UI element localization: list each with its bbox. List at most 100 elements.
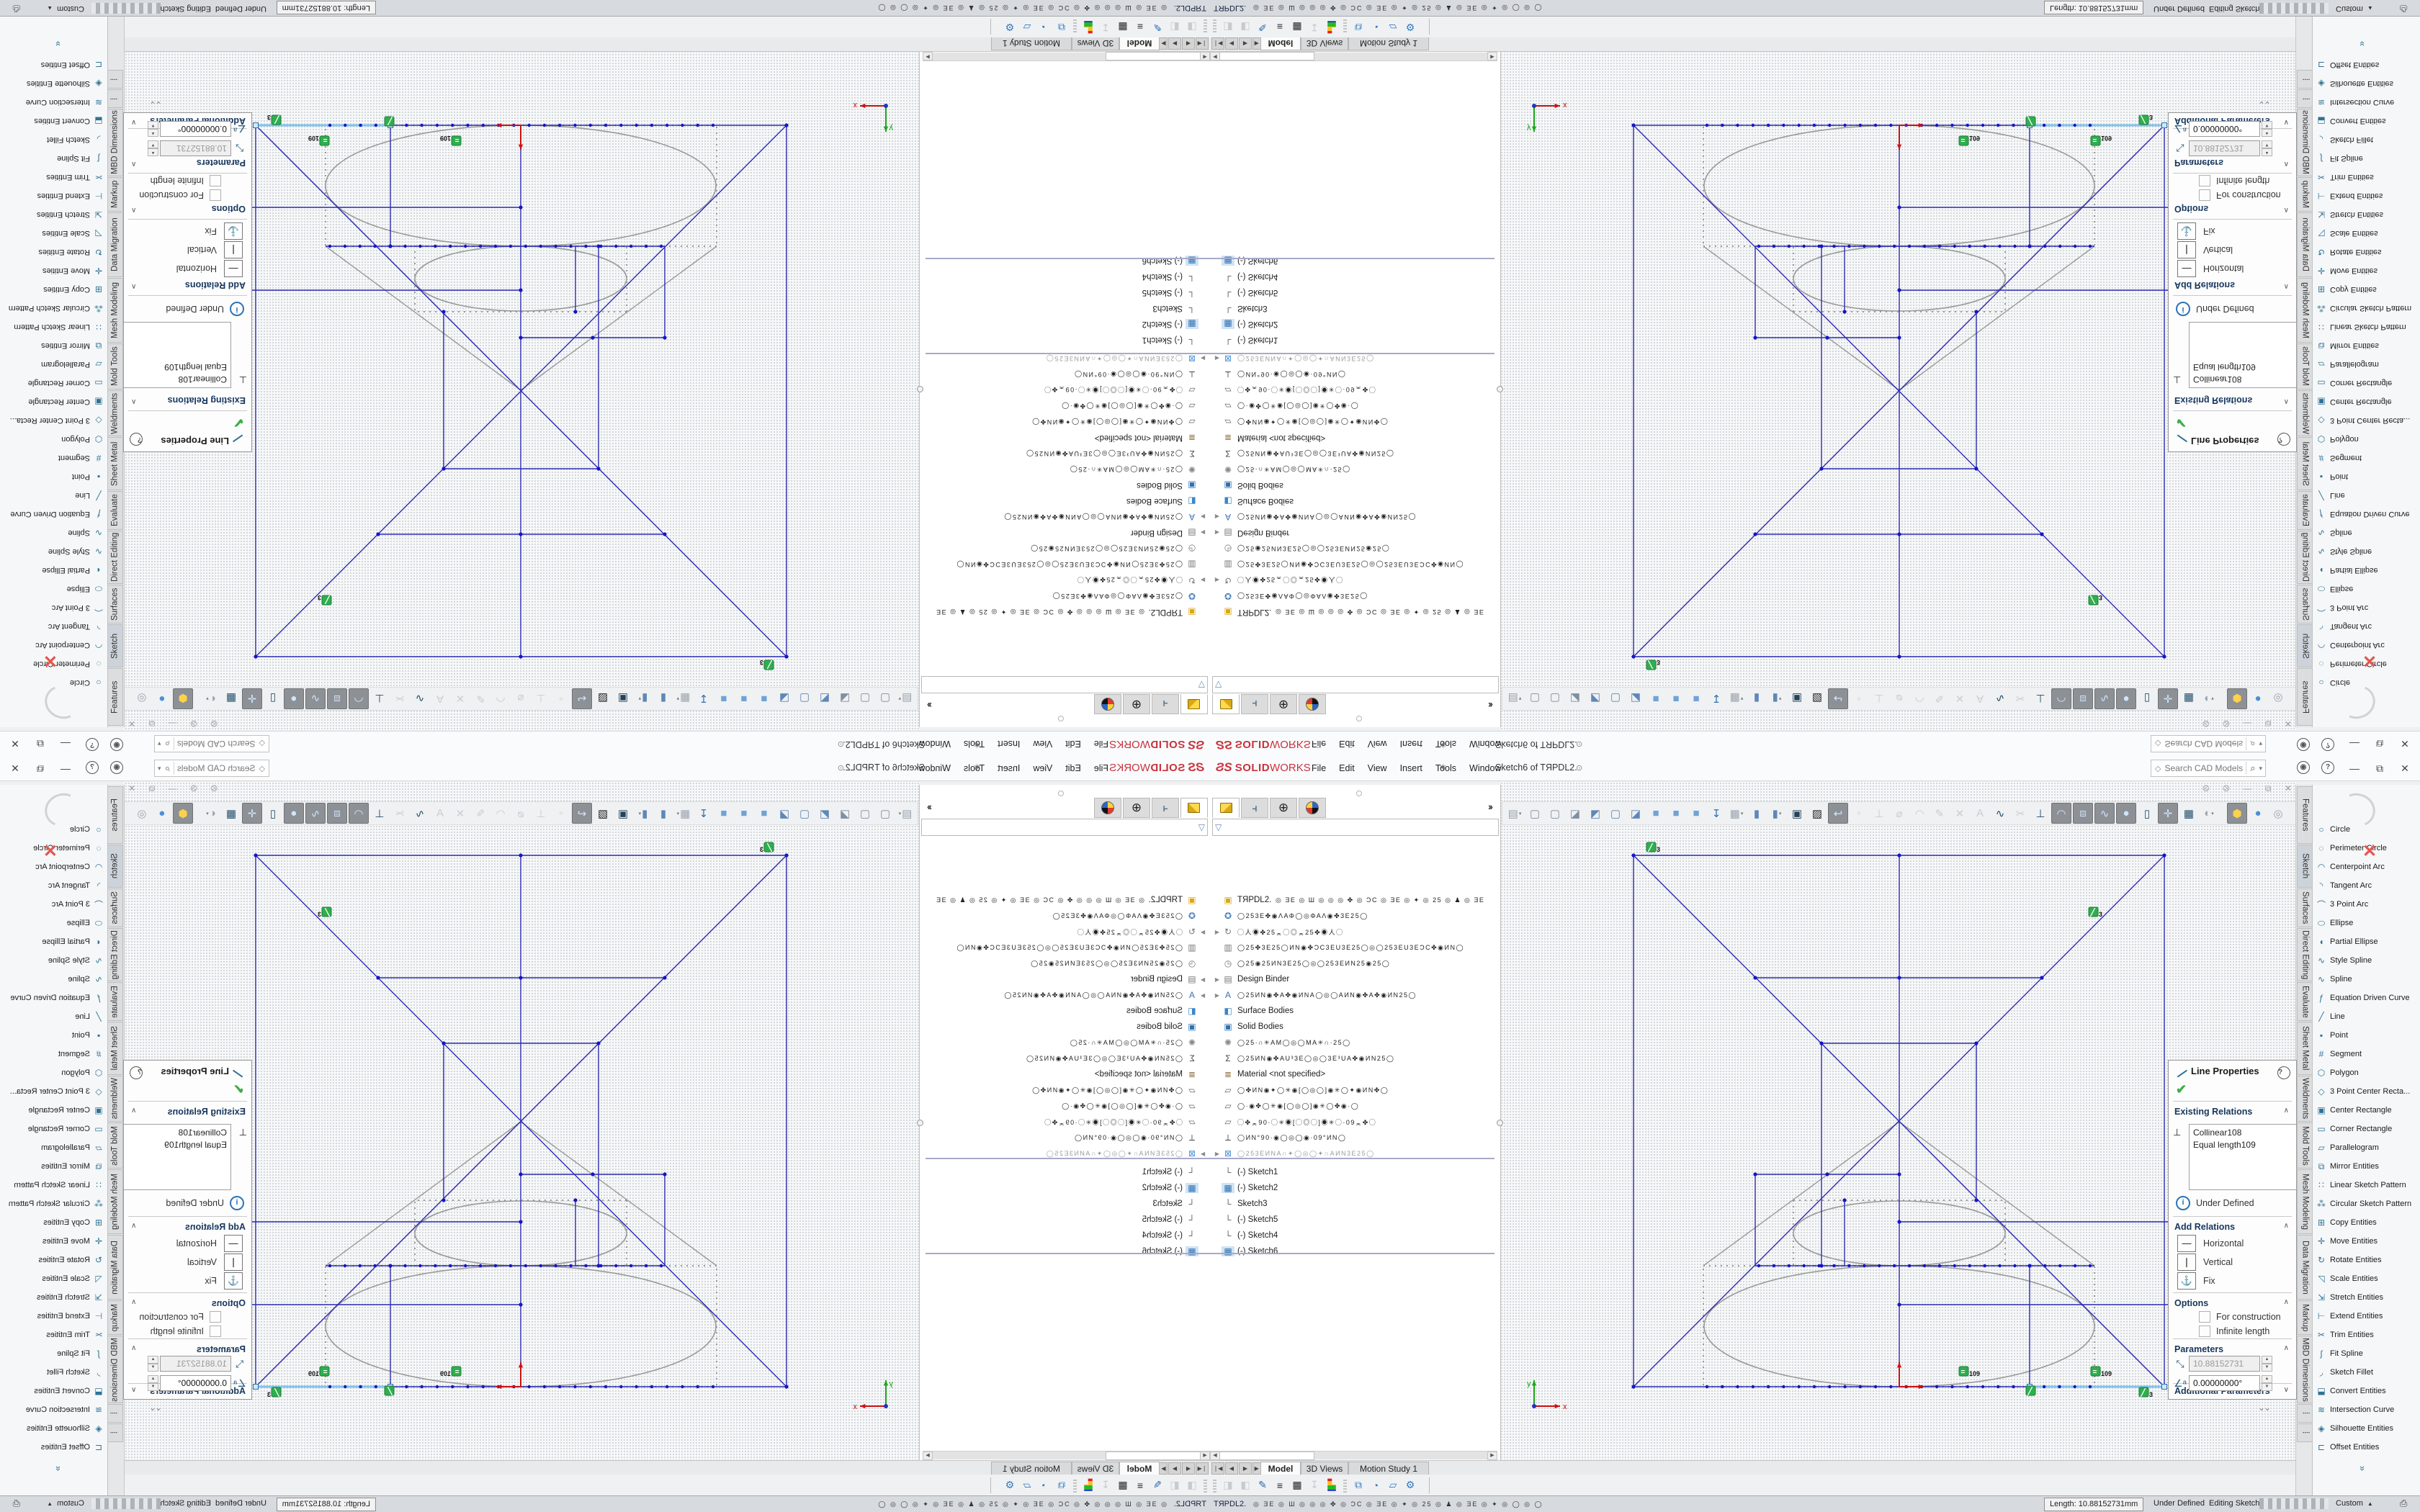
tree-row[interactable]: ◷◯25◉25ИN3E25◯◎◯253EИN25◉25◯ — [1030, 956, 1207, 971]
toolbar-icon[interactable]: ■ — [1646, 804, 1665, 823]
sketch-point[interactable] — [1813, 124, 1816, 127]
add-relation-horizontal[interactable]: —Horizontal — [176, 1235, 243, 1252]
relation-vertical-icon[interactable]: ❘ — [2177, 1254, 2196, 1271]
sketch-point[interactable] — [1981, 124, 1984, 127]
flyout-item-3-point-center-recta-[interactable]: ◇3 Point Center Recta... — [10, 1084, 107, 1099]
toolbar-icon[interactable]: ⊥ — [532, 689, 550, 708]
relation-fix-icon[interactable]: ⚓ — [2177, 222, 2196, 240]
search-input[interactable]: ◇ Search CAD Models ⌕ ▾ — [2151, 760, 2266, 777]
flyout-item-trim-entities[interactable]: ✂Trim Entities — [46, 1327, 107, 1343]
toolbar-icon[interactable]: ⧈ — [2073, 803, 2093, 824]
tab-sketch[interactable]: Sketch — [107, 845, 123, 888]
option-infinite-length[interactable]: Infinite length — [2199, 175, 2269, 186]
flyout-item-offset-entities[interactable]: ⊏Offset Entities — [41, 1439, 107, 1455]
toolbar-icon[interactable]: ∿ — [1991, 804, 2009, 823]
parameter-input[interactable]: 10.88152731 — [2189, 1356, 2260, 1372]
sketch-point[interactable] — [1753, 1172, 1757, 1176]
sketch-point[interactable] — [2043, 245, 2046, 248]
flyout-item-mirror-entities[interactable]: ⧉Mirror Entities — [41, 338, 107, 354]
flyout-item-intersection-curve[interactable]: ≋Intersection Curve — [2313, 94, 2394, 110]
flyout-item-parallelogram[interactable]: ▱Parallelogram — [41, 1140, 107, 1156]
collapse-icon[interactable]: ∧ — [2284, 1107, 2289, 1115]
sketch-point[interactable] — [1797, 124, 1800, 127]
nav-button[interactable]: ◀ — [1225, 37, 1238, 50]
toolbar-icon[interactable]: ∿ — [305, 688, 326, 709]
flyout-item-spline[interactable]: ∿Spline — [2313, 525, 2352, 541]
flyout-item-3-point-arc[interactable]: ⌒3 Point Arc — [2313, 600, 2368, 616]
tree-row[interactable]: ▱◯✤ᆽ90·◯✳◉[◯◎◯]◉✳◯·09ᆽ✤◯ — [1044, 383, 1207, 397]
sketch-point[interactable] — [328, 1264, 331, 1267]
selection-handle[interactable] — [2162, 1385, 2167, 1390]
motion-icon[interactable]: ⧉ — [1053, 1477, 1070, 1494]
dropdown-icon[interactable]: ▾ — [206, 696, 209, 702]
expand-icon[interactable]: ∨ — [2284, 118, 2289, 126]
toolbar-icon[interactable]: ▢ — [1525, 689, 1544, 708]
flyout-item-point[interactable]: ▪Point — [2313, 1027, 2348, 1043]
sketch-point[interactable] — [1631, 853, 1635, 857]
toolbar-icon[interactable]: ✂ — [2011, 689, 2030, 708]
sketch-point[interactable] — [539, 245, 542, 248]
checkbox[interactable] — [2199, 189, 2210, 201]
scroll-thumb[interactable] — [1106, 52, 1201, 60]
motion-icon[interactable]: ◨ — [1183, 19, 1201, 36]
tab-3d-views[interactable]: 3D Views — [1301, 1462, 1348, 1476]
collapse-icon[interactable]: ∧ — [2284, 1298, 2289, 1306]
flyout-item-extend-entities[interactable]: ⊢Extend Entities — [37, 1308, 107, 1324]
toolbar-icon[interactable]: ↧ — [1707, 804, 1726, 823]
flyout-item-copy-entities[interactable]: ⊞Copy Entities — [43, 1215, 107, 1230]
toolbar-icon[interactable]: ✂ — [2011, 804, 2030, 823]
sketch-point[interactable] — [660, 245, 663, 248]
flyout-item-polygon[interactable]: ⬡Polygon — [2313, 431, 2359, 447]
collapse-icon[interactable]: ∧ — [2284, 397, 2289, 405]
toolbar-icon[interactable]: ◠ — [2051, 803, 2071, 824]
motion-icon[interactable]: ▦ — [1289, 1477, 1306, 1494]
spinner[interactable]: ▲▼ — [148, 121, 158, 137]
sketch-point[interactable] — [784, 123, 788, 127]
sketch-point[interactable] — [2058, 1385, 2061, 1388]
add-relation-fix[interactable]: ⚓Fix — [2177, 222, 2215, 240]
sketch-point[interactable] — [509, 1264, 512, 1267]
flyout-item-extend-entities[interactable]: ⊢Extend Entities — [2313, 188, 2383, 204]
sketch-line[interactable] — [326, 246, 521, 390]
sketch-point[interactable] — [449, 245, 452, 248]
panel-splitter-handle[interactable] — [1497, 1120, 1503, 1126]
sketch-point[interactable] — [1797, 1385, 1800, 1388]
option-infinite-length[interactable]: Infinite length — [151, 1326, 221, 1337]
tab-appearances[interactable] — [1094, 694, 1121, 714]
tree-row[interactable]: ◧Surface Bodies — [1213, 1004, 1294, 1018]
sketch-point[interactable] — [375, 124, 377, 127]
scroll-left-icon[interactable]: ◀ — [1200, 1452, 1210, 1460]
sketch-point[interactable] — [519, 853, 522, 857]
toolbar-icon[interactable]: ▢ — [1525, 804, 1544, 823]
tree-row[interactable]: └(-) Sketch1 — [1213, 1165, 1278, 1179]
relation-badge[interactable]: =109 — [1959, 135, 1980, 145]
nav-button[interactable]: ❘◀ — [1211, 37, 1224, 50]
sketch-point[interactable] — [1935, 124, 1938, 127]
toolbar-icon[interactable]: ⬢ — [2227, 688, 2247, 709]
spin-down-icon[interactable]: ▼ — [148, 1364, 158, 1372]
tab-direct-editing[interactable]: Direct Editing — [107, 531, 123, 584]
toolbar-icon[interactable]: ⬢ — [173, 688, 193, 709]
sketch-point[interactable] — [629, 245, 632, 248]
sketch-point[interactable] — [451, 124, 454, 127]
expand-arrow-icon[interactable]: ▶ — [1198, 976, 1207, 983]
tree-row[interactable]: ▶↻◯人◉✤25ᆽ◯◎ᆽ25✤◉人◯ — [1213, 573, 1344, 588]
sketch-point[interactable] — [1953, 1264, 1956, 1267]
sketch-point[interactable] — [584, 245, 587, 248]
flyout-item-fit-spline[interactable]: ʃFit Spline — [2313, 1346, 2363, 1362]
menu-insert[interactable]: Insert — [991, 763, 1026, 773]
spinner[interactable]: ▲▼ — [2262, 121, 2272, 137]
sketch-point[interactable] — [524, 1264, 527, 1267]
scroll-right-icon[interactable]: ▶ — [923, 1452, 933, 1460]
flyout-item-ellipse[interactable]: ⬭Ellipse — [2313, 581, 2353, 597]
sketch-point[interactable] — [1968, 245, 1971, 248]
flyout-item-move-entities[interactable]: ✛Move Entities — [2313, 1233, 2378, 1249]
toolbar-icon[interactable]: ∿ — [411, 804, 429, 823]
menu-view[interactable]: View — [1026, 739, 1059, 749]
flyout-item-3-point-arc[interactable]: ⌒3 Point Arc — [2313, 896, 2368, 912]
motion-icon[interactable]: ▦ — [1289, 19, 1306, 36]
toolbar-icon[interactable]: ∿ — [305, 803, 326, 824]
nav-button[interactable]: ❘◀ — [1196, 1462, 1209, 1475]
sketch-point[interactable] — [1863, 1264, 1865, 1267]
sketch-point[interactable] — [405, 124, 408, 127]
